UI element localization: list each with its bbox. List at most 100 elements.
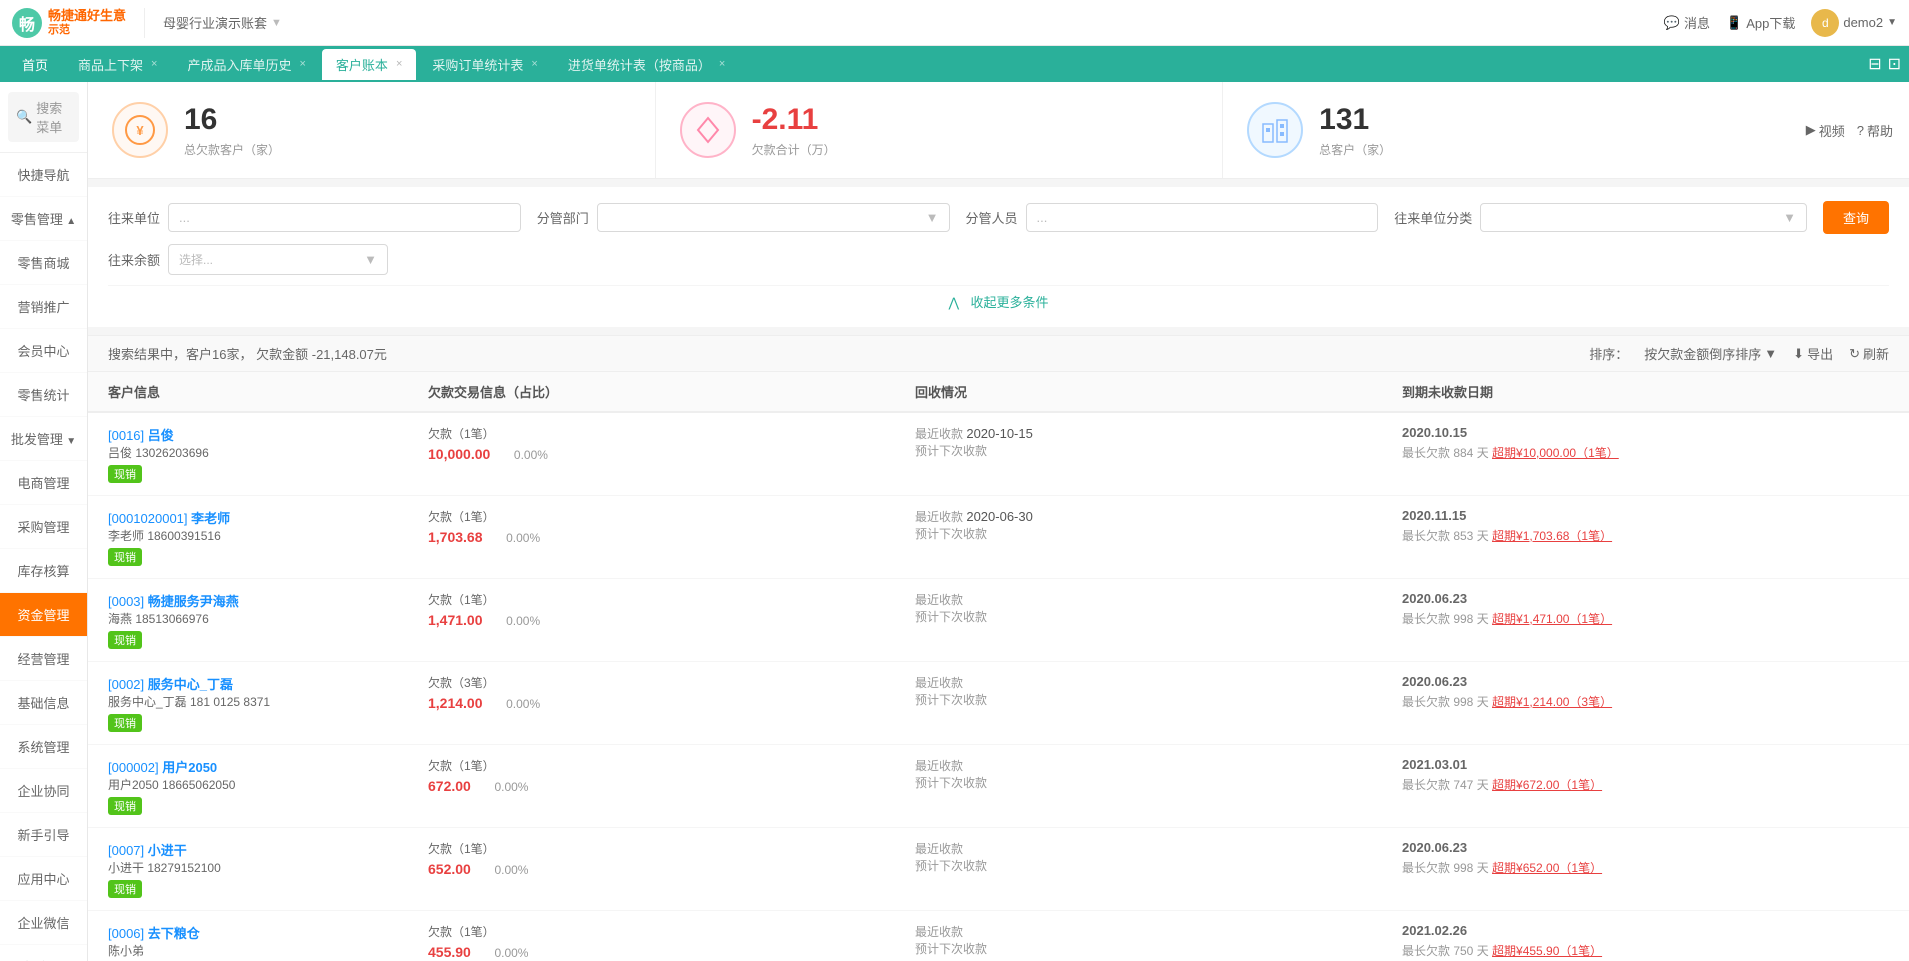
tab-goods-close[interactable]: × — [151, 58, 157, 70]
collapse-filters-btn[interactable]: ⋀ 收起更多条件 — [108, 285, 1889, 313]
stat-total-customers-value: 131 — [1319, 103, 1391, 137]
sidebar-item-guide[interactable]: 新手引导 — [0, 813, 87, 857]
debt-cell-6: 欠款（1笔） 455.90 0.00% — [428, 923, 915, 960]
search-button[interactable]: 查询 — [1823, 201, 1889, 234]
overdue-link-4[interactable]: 超期¥672.00（1笔） — [1492, 778, 1602, 792]
debt-amount-6: 455.90 — [428, 944, 471, 960]
customer-name-1[interactable]: 李老师 — [191, 511, 230, 526]
next-recovery-6: 预计下次收款 — [915, 940, 1402, 957]
customer-cell-5: [0007] 小进干 小进干 18279152100 现销 — [108, 840, 428, 898]
recovery-label-2: 最近收款 — [915, 591, 1402, 608]
refresh-btn[interactable]: ↻ 刷新 — [1849, 344, 1889, 363]
nav-maximize-icon[interactable]: ⊡ — [1888, 54, 1901, 74]
due-detail-1: 最长欠款 853 天 超期¥1,703.68（1笔） — [1402, 527, 1889, 544]
sidebar-item-finance[interactable]: 资金管理 — [0, 593, 87, 637]
customer-name-2[interactable]: 畅捷服务尹海燕 — [148, 594, 239, 609]
table-row: [0003] 畅捷服务尹海燕 海燕 18513066976 现销 欠款（1笔） … — [88, 579, 1909, 662]
due-cell-0: 2020.10.15 最长欠款 884 天 超期¥10,000.00（1笔） — [1402, 425, 1889, 461]
tab-production[interactable]: 产成品入库单历史 × — [173, 49, 319, 80]
debt-count-4: 欠款（1笔） — [428, 757, 915, 774]
debt-count-5: 欠款（1笔） — [428, 840, 915, 857]
help-icon: ? — [1857, 123, 1864, 138]
logo-area: 畅 畅捷通好生意 示范 — [12, 8, 126, 38]
filter-row-1: 往来单位 ... 分管部门 ▼ 分管人员 ... — [108, 201, 1889, 234]
sidebar-item-purchase[interactable]: 采购管理 — [0, 505, 87, 549]
app-download-btn[interactable]: 📱 App下载 — [1726, 13, 1795, 32]
message-btn[interactable]: 💬 消息 — [1664, 13, 1710, 32]
filter-balance-select[interactable]: 选择... ▼ — [168, 244, 388, 275]
table-row: [0006] 去下粮仓 陈小弟 现销 欠款（1笔） 455.90 0.00% 最… — [88, 911, 1909, 961]
customer-name-5[interactable]: 小进干 — [148, 843, 187, 858]
sidebar-item-system[interactable]: 系统管理 — [0, 725, 87, 769]
tab-customer-ledger-close[interactable]: × — [396, 58, 402, 70]
user-menu[interactable]: d demo2 ▼ — [1811, 9, 1897, 37]
tab-purchase-stats[interactable]: 进货单统计表（按商品） × — [554, 49, 739, 80]
tab-purchase-order-close[interactable]: × — [531, 58, 537, 70]
collapse-label: 收起更多条件 — [971, 295, 1049, 310]
sidebar-item-retail-stats[interactable]: 零售统计 — [0, 373, 87, 417]
filter-dept-select[interactable]: ▼ — [597, 203, 950, 232]
sidebar-item-retail-store[interactable]: 零售商城 — [0, 241, 87, 285]
company-chevron-icon: ▼ — [271, 17, 282, 29]
filter-unit-input[interactable]: ... — [168, 203, 521, 232]
due-date-4: 2021.03.01 — [1402, 757, 1889, 772]
debt-amount-0: 10,000.00 — [428, 446, 490, 462]
tab-production-close[interactable]: × — [299, 58, 305, 70]
sidebar-item-member-label: 会员中心 — [17, 344, 69, 359]
sort-select[interactable]: 按欠款金额倒序排序 ▼ — [1644, 344, 1777, 363]
sidebar-item-member2[interactable]: 畅会员 — [0, 945, 87, 961]
due-date-0: 2020.10.15 — [1402, 425, 1889, 440]
sidebar-search-btn[interactable]: 🔍 搜索菜单 — [8, 92, 79, 142]
customer-name-3[interactable]: 服务中心_丁磊 — [148, 677, 233, 692]
sidebar-item-retail-mgmt[interactable]: 零售管理 ▲ — [0, 197, 87, 241]
overdue-link-5[interactable]: 超期¥652.00（1笔） — [1492, 861, 1602, 875]
video-btn[interactable]: ▶ 视频 — [1806, 121, 1845, 140]
filter-person-input[interactable]: ... — [1026, 203, 1379, 232]
filter-category-select[interactable]: ▼ — [1480, 203, 1807, 232]
sidebar-item-purchase-label: 采购管理 — [17, 520, 69, 535]
overdue-link-0[interactable]: 超期¥10,000.00（1笔） — [1492, 446, 1619, 460]
tab-goods[interactable]: 商品上下架 × — [64, 49, 171, 80]
sidebar-item-ecom[interactable]: 电商管理 — [0, 461, 87, 505]
recovery-cell-6: 最近收款 预计下次收款 — [915, 923, 1402, 957]
customer-name-4[interactable]: 用户2050 — [162, 760, 217, 775]
col-header-due: 到期未收款日期 — [1402, 382, 1889, 401]
sidebar-item-wholesale[interactable]: 批发管理 ▼ — [0, 417, 87, 461]
sidebar-item-marketing[interactable]: 营销推广 — [0, 285, 87, 329]
recovery-cell-3: 最近收款 预计下次收款 — [915, 674, 1402, 708]
app-download-label: App下载 — [1746, 13, 1795, 32]
sidebar-item-quick-nav[interactable]: 快捷导航 — [0, 153, 87, 197]
sidebar-item-operations[interactable]: 经营管理 — [0, 637, 87, 681]
tab-customer-ledger[interactable]: 客户账本 × — [322, 49, 416, 80]
sidebar-item-basic-info[interactable]: 基础信息 — [0, 681, 87, 725]
customer-cell-0: [0016] 吕俊 吕俊 13026203696 现销 — [108, 425, 428, 483]
tab-goods-label: 商品上下架 — [78, 55, 143, 74]
debt-ratio-6: 0.00% — [494, 946, 528, 960]
tab-home[interactable]: 首页 — [8, 49, 62, 80]
overdue-link-1[interactable]: 超期¥1,703.68（1笔） — [1492, 529, 1612, 543]
overdue-link-3[interactable]: 超期¥1,214.00（3笔） — [1492, 695, 1612, 709]
sidebar-item-collab[interactable]: 企业协同 — [0, 769, 87, 813]
help-btn[interactable]: ? 帮助 — [1857, 121, 1893, 140]
stat-debt-total-value: -2.11 — [752, 103, 836, 137]
col-header-debt: 欠款交易信息（占比） — [428, 382, 915, 401]
customer-phone-5: 小进干 18279152100 — [108, 859, 428, 876]
overdue-link-6[interactable]: 超期¥455.90（1笔） — [1492, 944, 1602, 958]
sidebar-item-inventory[interactable]: 库存核算 — [0, 549, 87, 593]
customer-id-6: [0006] — [108, 926, 144, 941]
overdue-link-2[interactable]: 超期¥1,471.00（1笔） — [1492, 612, 1612, 626]
col-header-customer: 客户信息 — [108, 382, 428, 401]
nav-minimize-icon[interactable]: ⊟ — [1868, 54, 1881, 74]
sidebar-item-apps[interactable]: 应用中心 — [0, 857, 87, 901]
company-selector[interactable]: 母婴行业演示账套 ▼ — [163, 13, 282, 32]
sidebar-item-member[interactable]: 会员中心 — [0, 329, 87, 373]
results-info: 搜索结果中，客户16家， 欠款金额 -21,148.07元 — [108, 344, 387, 363]
export-btn[interactable]: ⬇ 导出 — [1793, 344, 1833, 363]
filter-balance: 往来余额 选择... ▼ — [108, 244, 388, 275]
customer-name-0[interactable]: 吕俊 — [148, 428, 174, 443]
tab-purchase-stats-close[interactable]: × — [719, 58, 725, 70]
tab-purchase-order[interactable]: 采购订单统计表 × — [418, 49, 551, 80]
sidebar-item-retail-store-label: 零售商城 — [17, 256, 69, 271]
sidebar-item-wechat[interactable]: 企业微信 — [0, 901, 87, 945]
customer-name-6[interactable]: 去下粮仓 — [148, 926, 200, 941]
